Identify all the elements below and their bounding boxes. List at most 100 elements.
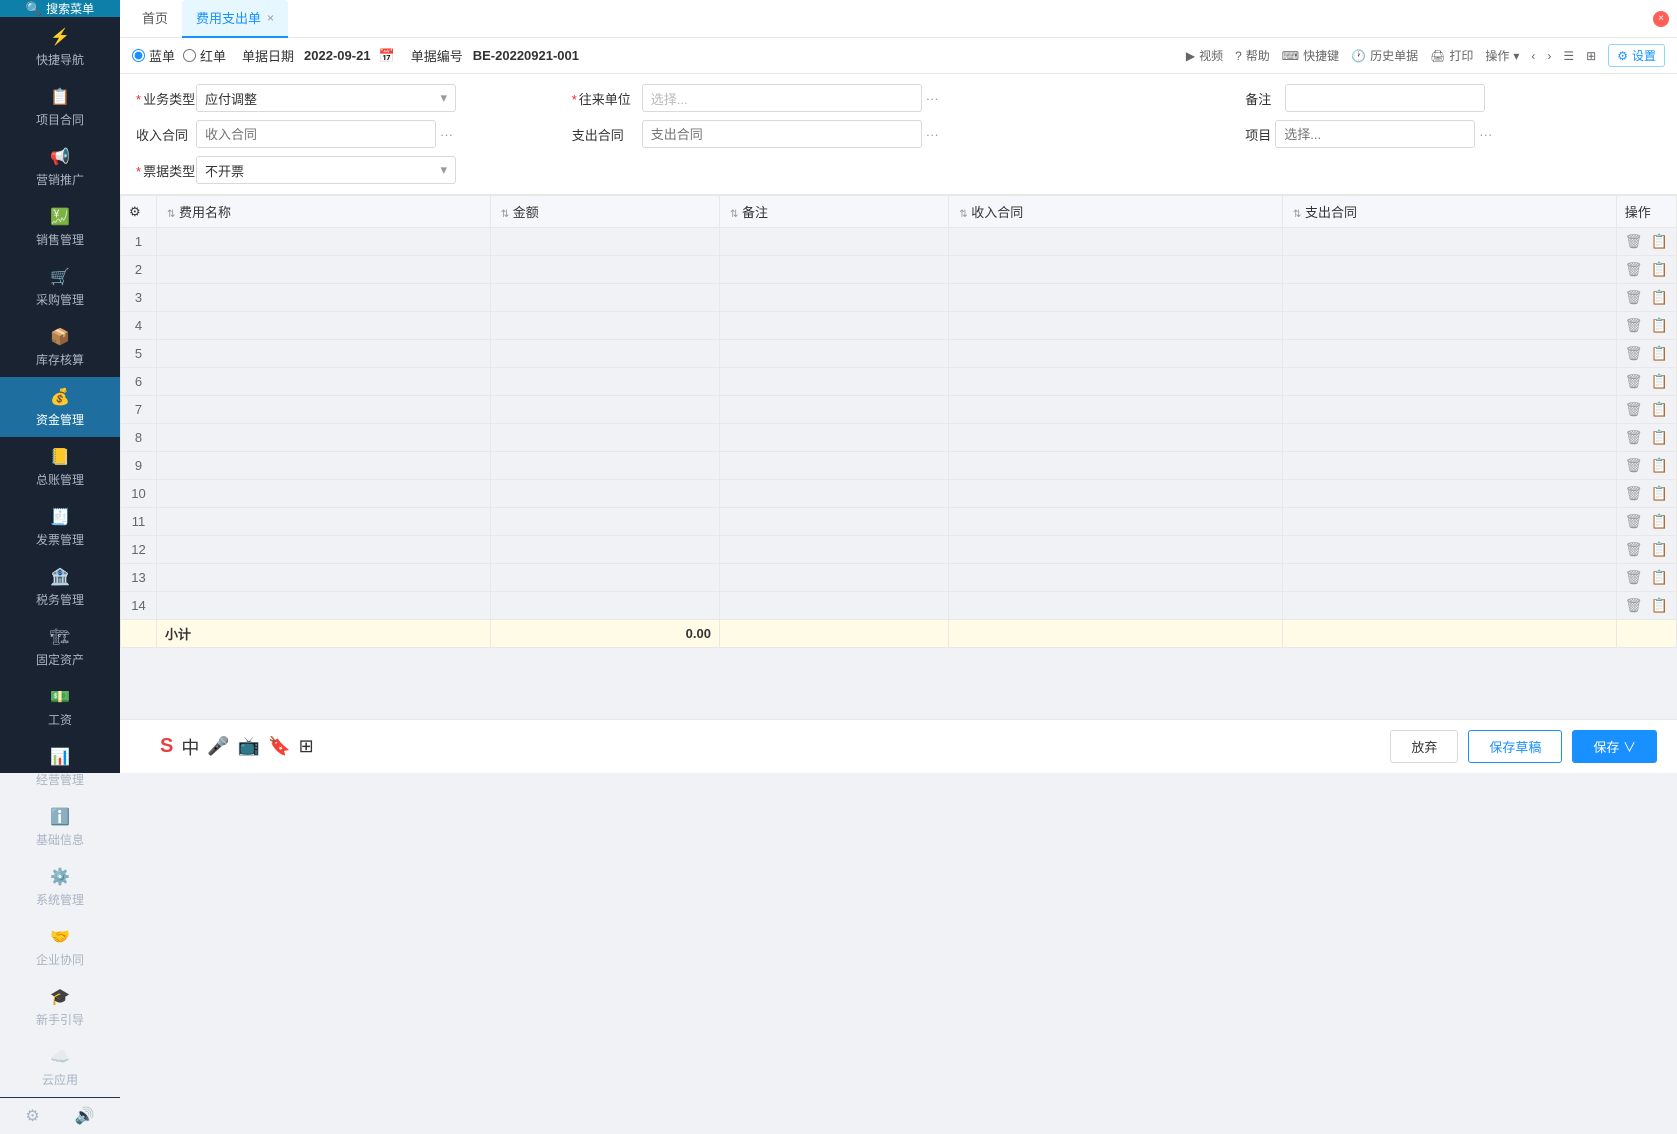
row-expense-contract-3[interactable]	[1282, 284, 1616, 312]
nav-prev-button[interactable]: ‹	[1531, 49, 1535, 63]
row-amount-2[interactable]	[490, 256, 719, 284]
row-expense-contract-2[interactable]	[1282, 256, 1616, 284]
row-copy-icon-7[interactable]: 📋	[1651, 401, 1668, 418]
invoice-type-select[interactable]: 不开票 ▾	[196, 156, 456, 184]
search-menu-button[interactable]: 🔍 搜索菜单	[0, 0, 120, 17]
help-button[interactable]: ? 帮助	[1235, 47, 1270, 64]
expense-contract-more-icon[interactable]: ···	[926, 127, 939, 142]
partner-select[interactable]: 选择...	[642, 84, 922, 112]
row-amount-7[interactable]	[490, 396, 719, 424]
row-delete-icon-5[interactable]: 🗑	[1625, 345, 1643, 362]
table-settings-header[interactable]: ⚙	[121, 196, 157, 228]
row-expense-contract-8[interactable]	[1282, 424, 1616, 452]
row-remark-6[interactable]	[719, 368, 948, 396]
row-amount-12[interactable]	[490, 536, 719, 564]
row-delete-icon-1[interactable]: 🗑	[1625, 233, 1643, 250]
sidebar-item-new-guide[interactable]: 🎓 新手引导	[0, 977, 120, 1037]
row-expense-contract-11[interactable]	[1282, 508, 1616, 536]
partner-more-icon[interactable]: ···	[926, 91, 939, 106]
row-amount-1[interactable]	[490, 228, 719, 256]
row-expense-contract-4[interactable]	[1282, 312, 1616, 340]
row-copy-icon-6[interactable]: 📋	[1651, 373, 1668, 390]
blue-single-radio[interactable]: 蓝单	[132, 46, 175, 65]
row-expense-contract-14[interactable]	[1282, 592, 1616, 620]
row-income-contract-4[interactable]	[949, 312, 1283, 340]
row-remark-13[interactable]	[719, 564, 948, 592]
row-copy-icon-9[interactable]: 📋	[1651, 457, 1668, 474]
operate-button[interactable]: 操作 ▾	[1485, 47, 1519, 64]
row-income-contract-8[interactable]	[949, 424, 1283, 452]
tab-home[interactable]: 首页	[128, 0, 182, 38]
row-delete-icon-7[interactable]: 🗑	[1625, 401, 1643, 418]
row-expense-contract-7[interactable]	[1282, 396, 1616, 424]
row-expense-name-13[interactable]	[157, 564, 491, 592]
row-income-contract-11[interactable]	[949, 508, 1283, 536]
row-expense-name-7[interactable]	[157, 396, 491, 424]
row-income-contract-1[interactable]	[949, 228, 1283, 256]
row-income-contract-10[interactable]	[949, 480, 1283, 508]
sidebar-item-cloud-app[interactable]: ☁️ 云应用	[0, 1037, 120, 1097]
footer-grid-icon[interactable]: ⊞	[299, 736, 314, 757]
row-delete-icon-11[interactable]: 🗑	[1625, 513, 1643, 530]
row-remark-3[interactable]	[719, 284, 948, 312]
row-expense-name-2[interactable]	[157, 256, 491, 284]
row-expense-contract-1[interactable]	[1282, 228, 1616, 256]
row-delete-icon-14[interactable]: 🗑	[1625, 597, 1643, 614]
row-remark-5[interactable]	[719, 340, 948, 368]
income-contract-more-icon[interactable]: ···	[440, 127, 453, 142]
row-expense-name-6[interactable]	[157, 368, 491, 396]
sound-icon[interactable]: 🔊	[75, 1106, 95, 1126]
row-remark-2[interactable]	[719, 256, 948, 284]
row-remark-9[interactable]	[719, 452, 948, 480]
row-copy-icon-5[interactable]: 📋	[1651, 345, 1668, 362]
sidebar-item-sys-mgmt[interactable]: ⚙️ 系统管理	[0, 857, 120, 917]
row-amount-13[interactable]	[490, 564, 719, 592]
row-expense-name-1[interactable]	[157, 228, 491, 256]
row-expense-name-8[interactable]	[157, 424, 491, 452]
row-amount-11[interactable]	[490, 508, 719, 536]
sidebar-item-sales-mgmt[interactable]: 💹 销售管理	[0, 197, 120, 257]
window-close-button[interactable]: ×	[1653, 11, 1669, 27]
row-delete-icon-6[interactable]: 🗑	[1625, 373, 1643, 390]
sidebar-item-fixed-assets[interactable]: 🏗 固定资产	[0, 617, 120, 677]
tab-expense-bill[interactable]: 费用支出单 ×	[182, 0, 288, 38]
row-copy-icon-13[interactable]: 📋	[1651, 569, 1668, 586]
nav-next-button[interactable]: ›	[1547, 49, 1551, 63]
footer-s-icon[interactable]: S	[160, 735, 173, 758]
amount-sort-icon[interactable]: ⇅	[501, 209, 509, 220]
save-button[interactable]: 保存 ∨	[1572, 730, 1657, 763]
row-expense-contract-6[interactable]	[1282, 368, 1616, 396]
row-income-contract-9[interactable]	[949, 452, 1283, 480]
row-remark-7[interactable]	[719, 396, 948, 424]
row-copy-icon-2[interactable]: 📋	[1651, 261, 1668, 278]
table-scroll-area[interactable]: ⚙ ⇅ 费用名称 ⇅ 金额 ⇅ 备注	[120, 195, 1677, 719]
row-expense-name-3[interactable]	[157, 284, 491, 312]
sidebar-item-basic-info[interactable]: ℹ️ 基础信息	[0, 797, 120, 857]
discard-button[interactable]: 放弃	[1390, 730, 1458, 763]
row-amount-9[interactable]	[490, 452, 719, 480]
history-button[interactable]: 🕐 历史单据	[1351, 47, 1418, 64]
row-remark-11[interactable]	[719, 508, 948, 536]
row-delete-icon-12[interactable]: 🗑	[1625, 541, 1643, 558]
shortcut-button[interactable]: ⌨ 快捷键	[1282, 47, 1339, 64]
red-radio-input[interactable]	[183, 49, 196, 62]
footer-zhong-icon[interactable]: 中	[181, 734, 199, 760]
project-input[interactable]	[1275, 120, 1475, 148]
row-expense-name-14[interactable]	[157, 592, 491, 620]
expense-contract-input[interactable]	[642, 120, 922, 148]
row-amount-5[interactable]	[490, 340, 719, 368]
row-income-contract-12[interactable]	[949, 536, 1283, 564]
date-value[interactable]: 2022-09-21	[304, 48, 371, 63]
grid-view-button[interactable]: ⊞	[1586, 49, 1596, 63]
income-contract-input[interactable]	[196, 120, 436, 148]
row-delete-icon-9[interactable]: 🗑	[1625, 457, 1643, 474]
footer-bookmark-icon[interactable]: 🔖	[268, 736, 290, 757]
row-amount-4[interactable]	[490, 312, 719, 340]
row-expense-contract-12[interactable]	[1282, 536, 1616, 564]
row-expense-name-10[interactable]	[157, 480, 491, 508]
row-copy-icon-3[interactable]: 📋	[1651, 289, 1668, 306]
sidebar-item-project-contract[interactable]: 📋 项目合同	[0, 77, 120, 137]
remark-input[interactable]	[1285, 84, 1485, 112]
row-amount-8[interactable]	[490, 424, 719, 452]
calendar-icon[interactable]: 📅	[379, 48, 395, 64]
